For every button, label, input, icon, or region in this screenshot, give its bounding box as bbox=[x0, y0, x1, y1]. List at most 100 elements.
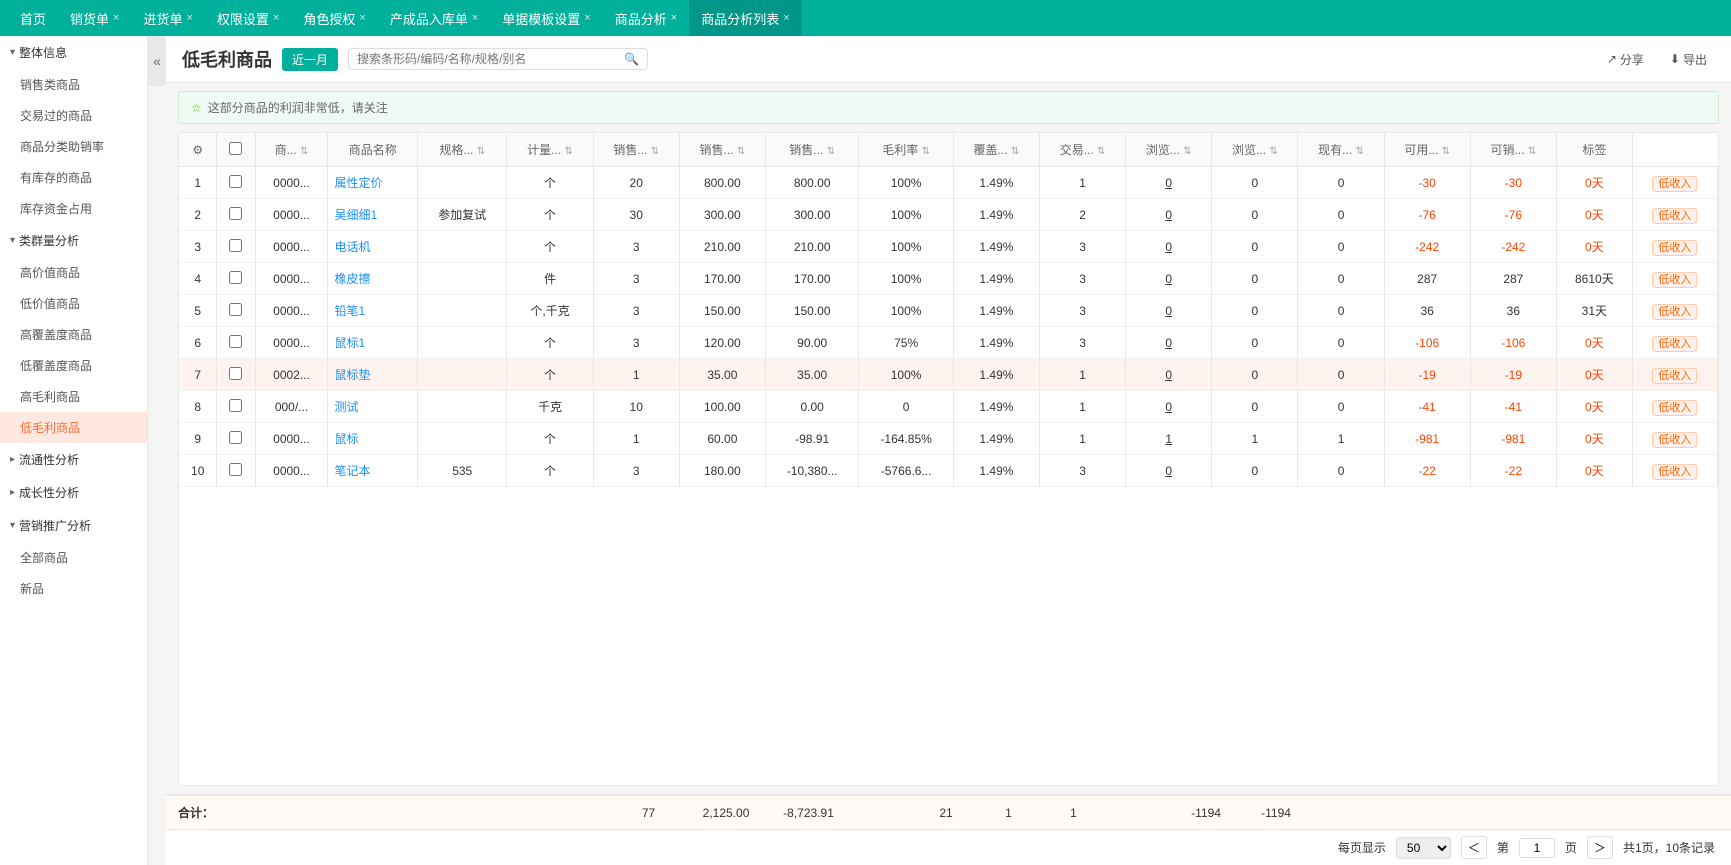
select-all-checkbox[interactable] bbox=[229, 142, 242, 155]
row-select-checkbox[interactable] bbox=[229, 239, 242, 252]
row-name[interactable]: 电话机 bbox=[328, 231, 418, 263]
nav-home[interactable]: 首页 bbox=[8, 0, 58, 36]
row-checkbox[interactable] bbox=[217, 167, 255, 199]
row-name[interactable]: 橡皮擦 bbox=[328, 263, 418, 295]
row-trade[interactable]: 0 bbox=[1126, 199, 1212, 231]
th-qty[interactable]: 销售... ⇅ bbox=[593, 133, 679, 167]
row-checkbox[interactable] bbox=[217, 327, 255, 359]
nav-permissions[interactable]: 权限设置 × bbox=[205, 0, 291, 36]
th-amount[interactable]: 销售... ⇅ bbox=[765, 133, 858, 167]
row-select-checkbox[interactable] bbox=[229, 463, 242, 476]
sidebar-item-high-coverage[interactable]: 高覆盖度商品 bbox=[0, 319, 147, 350]
nav-product-analysis-list[interactable]: 商品分析列表 × bbox=[689, 0, 801, 36]
th-view2[interactable]: 浏览... ⇅ bbox=[1212, 133, 1298, 167]
sidebar-item-new-products[interactable]: 新品 bbox=[0, 573, 147, 604]
th-spec[interactable]: 规格... ⇅ bbox=[417, 133, 507, 167]
sidebar-item-sales-products[interactable]: 销售类商品 bbox=[0, 69, 147, 100]
row-select-checkbox[interactable] bbox=[229, 271, 242, 284]
close-icon[interactable]: × bbox=[273, 12, 279, 24]
th-coverage[interactable]: 覆盖... ⇅ bbox=[953, 133, 1039, 167]
row-trade[interactable]: 1 bbox=[1126, 423, 1212, 455]
row-name[interactable]: 属性定价 bbox=[328, 167, 418, 199]
sidebar-item-category-rate[interactable]: 商品分类助销率 bbox=[0, 131, 147, 162]
page-input[interactable] bbox=[1519, 838, 1555, 858]
th-days[interactable]: 可销... ⇅ bbox=[1470, 133, 1556, 167]
th-checkbox[interactable] bbox=[217, 133, 255, 167]
th-gross-rate[interactable]: 毛利率 ⇅ bbox=[859, 133, 953, 167]
next-page-button[interactable]: ＞ bbox=[1587, 836, 1613, 859]
row-trade[interactable]: 0 bbox=[1126, 391, 1212, 423]
row-trade[interactable]: 0 bbox=[1126, 359, 1212, 391]
nav-role-auth[interactable]: 角色授权 × bbox=[291, 0, 377, 36]
row-checkbox[interactable] bbox=[217, 423, 255, 455]
sidebar-group-marketing[interactable]: ▾ 营销推广分析 bbox=[0, 509, 147, 542]
row-checkbox[interactable] bbox=[217, 199, 255, 231]
sidebar-group-growth[interactable]: ▸ 成长性分析 bbox=[0, 476, 147, 509]
row-select-checkbox[interactable] bbox=[229, 207, 242, 220]
settings-icon[interactable]: ⚙ bbox=[192, 143, 203, 157]
close-icon[interactable]: × bbox=[783, 12, 789, 24]
th-unit[interactable]: 计量... ⇅ bbox=[507, 133, 593, 167]
sidebar-item-low-value[interactable]: 低价值商品 bbox=[0, 288, 147, 319]
row-name[interactable]: 鼠标垫 bbox=[328, 359, 418, 391]
th-settings[interactable]: ⚙ bbox=[179, 133, 217, 167]
row-trade[interactable]: 0 bbox=[1126, 455, 1212, 487]
row-trade[interactable]: 0 bbox=[1126, 167, 1212, 199]
row-trade[interactable]: 0 bbox=[1126, 327, 1212, 359]
search-icon[interactable]: 🔍 bbox=[624, 52, 639, 66]
row-name[interactable]: 铅笔1 bbox=[328, 295, 418, 327]
row-checkbox[interactable] bbox=[217, 391, 255, 423]
close-icon[interactable]: × bbox=[671, 12, 677, 24]
page-size-select[interactable]: 50 100 200 bbox=[1396, 837, 1451, 859]
sidebar-item-all-products[interactable]: 全部商品 bbox=[0, 542, 147, 573]
row-select-checkbox[interactable] bbox=[229, 367, 242, 380]
th-trade[interactable]: 交易... ⇅ bbox=[1039, 133, 1125, 167]
sidebar-item-capital[interactable]: 库存资金占用 bbox=[0, 193, 147, 224]
row-checkbox[interactable] bbox=[217, 231, 255, 263]
row-name[interactable]: 鼠标 bbox=[328, 423, 418, 455]
sidebar-item-in-stock[interactable]: 有库存的商品 bbox=[0, 162, 147, 193]
sidebar-item-low-gross[interactable]: 低毛利商品 bbox=[0, 412, 147, 443]
row-name[interactable]: 测试 bbox=[328, 391, 418, 423]
close-icon[interactable]: × bbox=[472, 12, 478, 24]
th-stock[interactable]: 现有... ⇅ bbox=[1298, 133, 1384, 167]
share-button[interactable]: ↗ 分享 bbox=[1599, 47, 1652, 72]
th-view1[interactable]: 浏览... ⇅ bbox=[1126, 133, 1212, 167]
search-input[interactable] bbox=[357, 52, 624, 66]
nav-product-entry[interactable]: 产成品入库单 × bbox=[378, 0, 490, 36]
row-select-checkbox[interactable] bbox=[229, 335, 242, 348]
nav-purchase[interactable]: 进货单 × bbox=[131, 0, 204, 36]
row-name[interactable]: 笔记本 bbox=[328, 455, 418, 487]
prev-page-button[interactable]: ＜ bbox=[1461, 836, 1487, 859]
sidebar-group-flow[interactable]: ▸ 流通性分析 bbox=[0, 443, 147, 476]
row-select-checkbox[interactable] bbox=[229, 175, 242, 188]
sidebar-item-high-value[interactable]: 高价值商品 bbox=[0, 257, 147, 288]
row-checkbox[interactable] bbox=[217, 295, 255, 327]
sidebar-item-low-coverage[interactable]: 低覆盖度商品 bbox=[0, 350, 147, 381]
close-icon[interactable]: × bbox=[113, 12, 119, 24]
close-icon[interactable]: × bbox=[359, 12, 365, 24]
row-checkbox[interactable] bbox=[217, 359, 255, 391]
th-price[interactable]: 销售... ⇅ bbox=[679, 133, 765, 167]
row-name[interactable]: 吴细细1 bbox=[328, 199, 418, 231]
close-icon[interactable]: × bbox=[584, 12, 590, 24]
th-code[interactable]: 商... ⇅ bbox=[255, 133, 328, 167]
row-checkbox[interactable] bbox=[217, 263, 255, 295]
row-select-checkbox[interactable] bbox=[229, 303, 242, 316]
sidebar-item-high-gross[interactable]: 高毛利商品 bbox=[0, 381, 147, 412]
nav-product-analysis[interactable]: 商品分析 × bbox=[603, 0, 689, 36]
sidebar-group-cluster[interactable]: ▾ 类群量分析 bbox=[0, 224, 147, 257]
nav-sales[interactable]: 销货单 × bbox=[58, 0, 131, 36]
sidebar-item-traded-products[interactable]: 交易过的商品 bbox=[0, 100, 147, 131]
export-button[interactable]: ⬇ 导出 bbox=[1662, 47, 1715, 72]
row-select-checkbox[interactable] bbox=[229, 431, 242, 444]
th-tag[interactable]: 标签 bbox=[1556, 133, 1632, 167]
row-checkbox[interactable] bbox=[217, 455, 255, 487]
row-trade[interactable]: 0 bbox=[1126, 263, 1212, 295]
row-trade[interactable]: 0 bbox=[1126, 231, 1212, 263]
sidebar-group-overall[interactable]: ▾ 整体信息 bbox=[0, 36, 147, 69]
sidebar-collapse-btn[interactable]: « bbox=[148, 36, 166, 86]
close-icon[interactable]: × bbox=[186, 12, 192, 24]
row-select-checkbox[interactable] bbox=[229, 399, 242, 412]
row-name[interactable]: 鼠标1 bbox=[328, 327, 418, 359]
